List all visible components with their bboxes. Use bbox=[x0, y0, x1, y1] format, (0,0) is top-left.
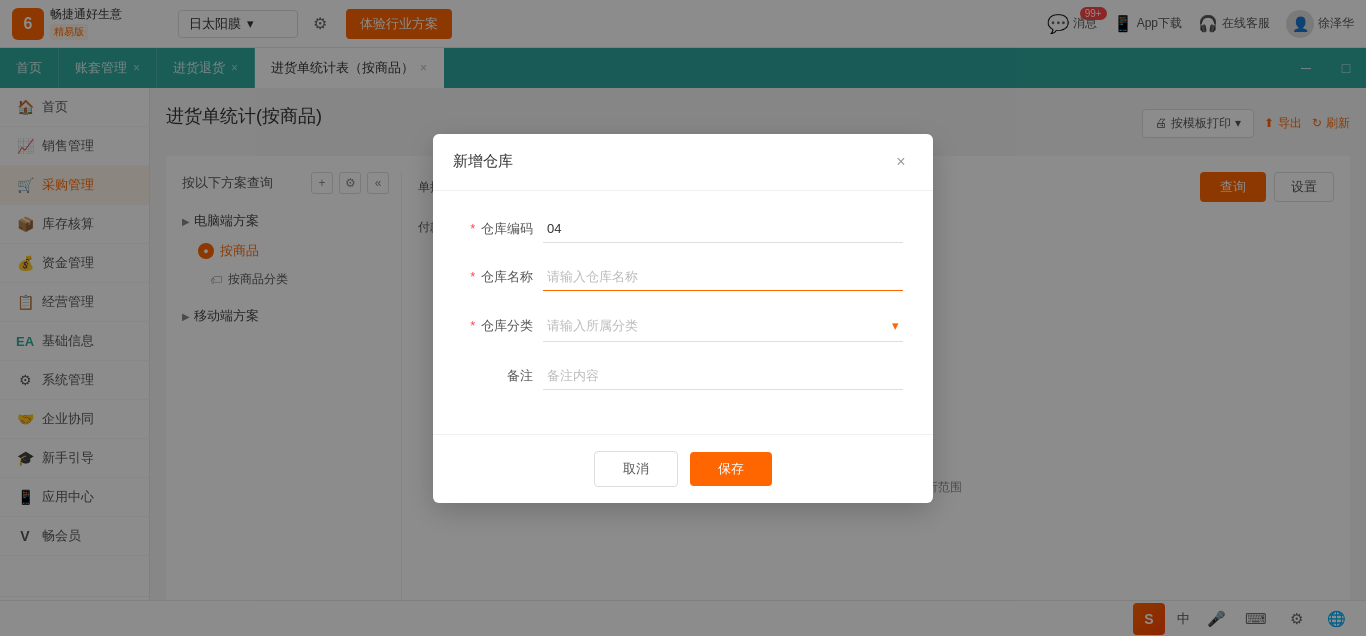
category-chevron-icon: ▾ bbox=[892, 318, 899, 333]
category-label: * 仓库分类 bbox=[463, 317, 543, 335]
dialog-header: 新增仓库 × bbox=[433, 134, 933, 191]
dialog-body: * 仓库编码 * 仓库名称 * 仓库分类 请输入所属 bbox=[433, 191, 933, 434]
required-star-code: * bbox=[470, 221, 475, 236]
dialog-title: 新增仓库 bbox=[453, 152, 513, 171]
form-row-remark: 备注 bbox=[463, 362, 903, 390]
form-row-name: * 仓库名称 bbox=[463, 263, 903, 291]
dialog-close-button[interactable]: × bbox=[889, 150, 913, 174]
required-star-name: * bbox=[470, 269, 475, 284]
name-label: * 仓库名称 bbox=[463, 268, 543, 286]
remark-input[interactable] bbox=[543, 362, 903, 390]
warehouse-category-select[interactable]: 请输入所属分类 ▾ bbox=[543, 311, 903, 342]
cancel-button[interactable]: 取消 bbox=[594, 451, 678, 487]
dialog-overlay[interactable]: 新增仓库 × * 仓库编码 * 仓库名称 bbox=[0, 0, 1366, 636]
form-row-code: * 仓库编码 bbox=[463, 215, 903, 243]
remark-label: 备注 bbox=[463, 367, 543, 385]
add-warehouse-dialog: 新增仓库 × * 仓库编码 * 仓库名称 bbox=[433, 134, 933, 503]
save-button[interactable]: 保存 bbox=[690, 452, 772, 486]
dialog-footer: 取消 保存 bbox=[433, 434, 933, 503]
form-row-category: * 仓库分类 请输入所属分类 ▾ bbox=[463, 311, 903, 342]
code-label: * 仓库编码 bbox=[463, 220, 543, 238]
warehouse-name-input[interactable] bbox=[543, 263, 903, 291]
warehouse-code-input[interactable] bbox=[543, 215, 903, 243]
required-star-category: * bbox=[470, 318, 475, 333]
category-placeholder: 请输入所属分类 bbox=[547, 317, 638, 335]
